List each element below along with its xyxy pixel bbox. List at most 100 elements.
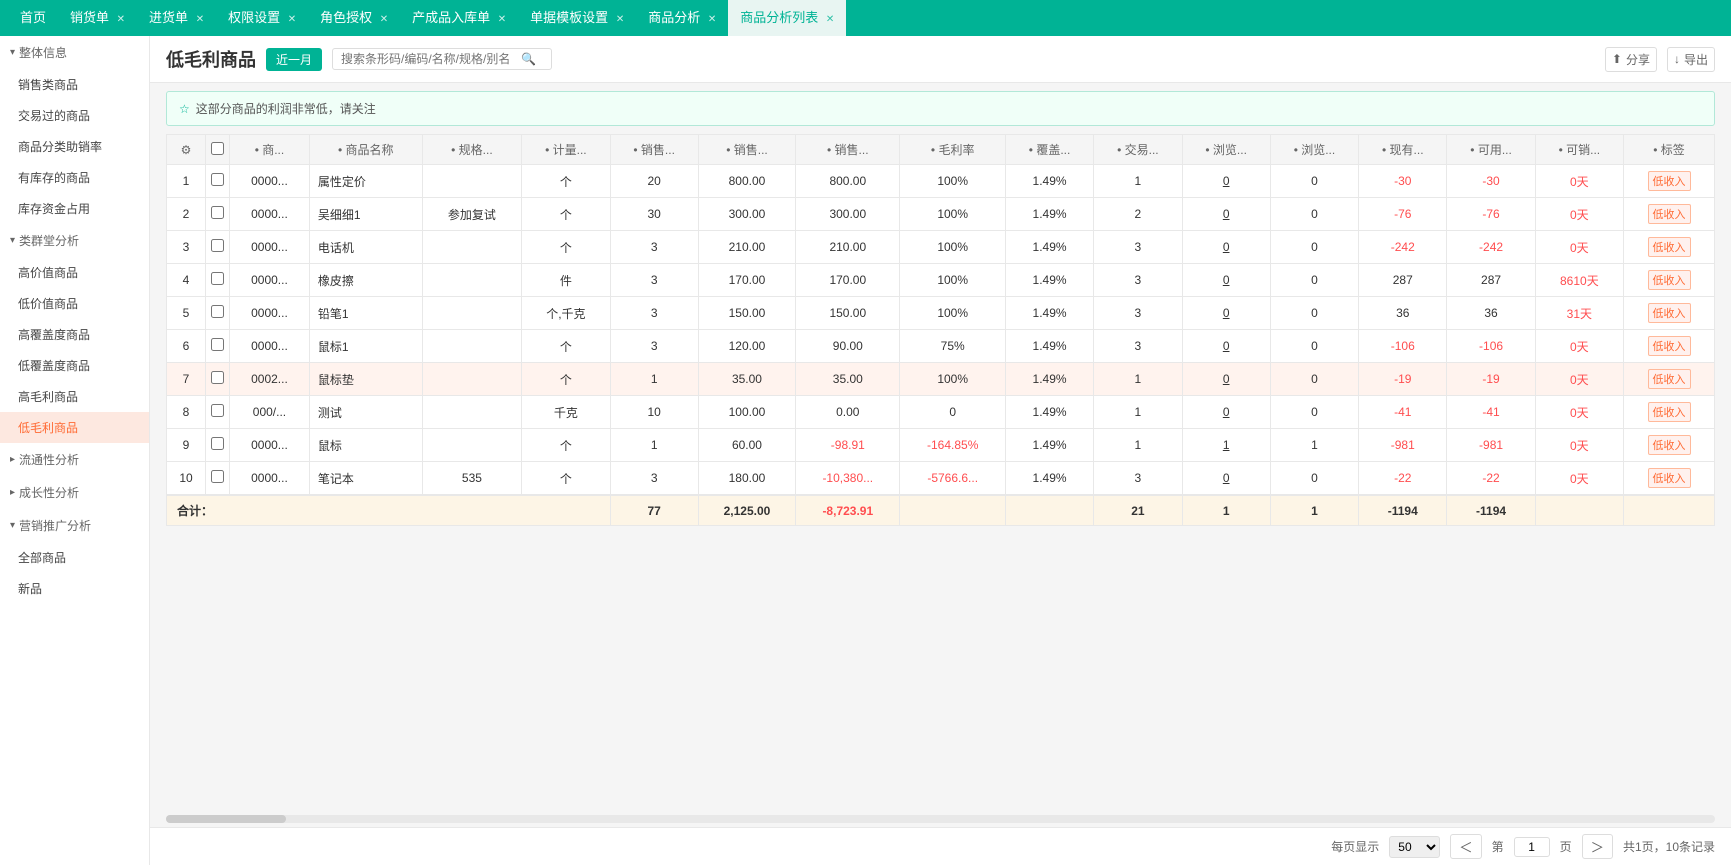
- scroll-thumb[interactable]: [166, 815, 286, 823]
- sidebar-item-high-value[interactable]: 高价值商品: [0, 257, 149, 288]
- sidebar-group-flow[interactable]: ▸ 流通性分析: [0, 443, 149, 476]
- next-page-button[interactable]: ＞: [1582, 834, 1613, 859]
- row-views1[interactable]: 1: [1182, 429, 1270, 462]
- nav-permissions-close[interactable]: ✕: [288, 14, 296, 25]
- col-checkbox[interactable]: [206, 135, 230, 165]
- row-name[interactable]: 电话机: [309, 231, 422, 264]
- export-button[interactable]: ↓ 导出: [1667, 47, 1715, 72]
- row-checkbox[interactable]: [206, 462, 230, 496]
- row-views1[interactable]: 0: [1182, 363, 1270, 396]
- row-select-checkbox[interactable]: [211, 404, 224, 417]
- row-checkbox[interactable]: [206, 165, 230, 198]
- col-sales-qty[interactable]: • 销售...: [610, 135, 698, 165]
- col-sales-price[interactable]: • 销售...: [698, 135, 795, 165]
- row-checkbox[interactable]: [206, 363, 230, 396]
- nav-purchase[interactable]: 进货单 ✕: [137, 0, 216, 36]
- row-checkbox[interactable]: [206, 198, 230, 231]
- row-name[interactable]: 铅笔1: [309, 297, 422, 330]
- page-input[interactable]: [1514, 837, 1550, 857]
- nav-sales[interactable]: 销货单 ✕: [58, 0, 137, 36]
- row-select-checkbox[interactable]: [211, 272, 224, 285]
- nav-product-analysis[interactable]: 商品分析 ✕: [636, 0, 728, 36]
- row-select-checkbox[interactable]: [211, 173, 224, 186]
- col-spec[interactable]: • 规格...: [422, 135, 522, 165]
- time-filter-button[interactable]: 近一月: [266, 48, 322, 71]
- row-checkbox[interactable]: [206, 330, 230, 363]
- col-gross-margin[interactable]: • 毛利率: [900, 135, 1005, 165]
- row-views1[interactable]: 0: [1182, 297, 1270, 330]
- row-checkbox[interactable]: [206, 297, 230, 330]
- nav-template-settings-close[interactable]: ✕: [616, 14, 624, 25]
- row-name[interactable]: 鼠标: [309, 429, 422, 462]
- row-name[interactable]: 鼠标垫: [309, 363, 422, 396]
- scroll-track[interactable]: [166, 815, 1715, 823]
- row-views1[interactable]: 0: [1182, 330, 1270, 363]
- col-current-stock[interactable]: • 现有...: [1359, 135, 1447, 165]
- row-checkbox[interactable]: [206, 396, 230, 429]
- nav-product-analysis-close[interactable]: ✕: [708, 14, 716, 25]
- nav-sales-close[interactable]: ✕: [117, 14, 125, 25]
- row-name[interactable]: 吴细细1: [309, 198, 422, 231]
- row-checkbox[interactable]: [206, 429, 230, 462]
- sidebar-group-growth[interactable]: ▸ 成长性分析: [0, 476, 149, 509]
- row-name[interactable]: 笔记本: [309, 462, 422, 496]
- row-checkbox[interactable]: [206, 231, 230, 264]
- row-select-checkbox[interactable]: [211, 206, 224, 219]
- row-select-checkbox[interactable]: [211, 437, 224, 450]
- row-select-checkbox[interactable]: [211, 305, 224, 318]
- nav-roles-close[interactable]: ✕: [380, 14, 388, 25]
- row-views1[interactable]: 0: [1182, 165, 1270, 198]
- col-name[interactable]: • 商品名称: [309, 135, 422, 165]
- nav-product-analysis-list[interactable]: 商品分析列表 ✕: [728, 0, 846, 36]
- select-all-checkbox[interactable]: [211, 142, 224, 155]
- sidebar-group-marketing[interactable]: ▾ 营销推广分析: [0, 509, 149, 542]
- nav-purchase-close[interactable]: ✕: [196, 14, 204, 25]
- sidebar-item-low-margin[interactable]: 低毛利商品: [0, 412, 149, 443]
- row-select-checkbox[interactable]: [211, 338, 224, 351]
- sidebar-item-sales-products[interactable]: 销售类商品: [0, 69, 149, 100]
- col-coverage[interactable]: • 覆盖...: [1005, 135, 1093, 165]
- sidebar-item-high-coverage[interactable]: 高覆盖度商品: [0, 319, 149, 350]
- nav-product-inbound-close[interactable]: ✕: [498, 14, 506, 25]
- row-select-checkbox[interactable]: [211, 239, 224, 252]
- prev-page-button[interactable]: ＜: [1450, 834, 1481, 859]
- row-name[interactable]: 鼠标1: [309, 330, 422, 363]
- col-transactions[interactable]: • 交易...: [1094, 135, 1182, 165]
- nav-product-inbound[interactable]: 产成品入库单 ✕: [400, 0, 518, 36]
- nav-roles[interactable]: 角色授权 ✕: [308, 0, 400, 36]
- col-tag[interactable]: • 标签: [1624, 135, 1715, 165]
- sidebar-item-traded-products[interactable]: 交易过的商品: [0, 100, 149, 131]
- col-unit[interactable]: • 计量...: [522, 135, 610, 165]
- row-name[interactable]: 橡皮擦: [309, 264, 422, 297]
- share-button[interactable]: ⬆ 分享: [1605, 47, 1657, 72]
- sidebar-item-capital-usage[interactable]: 库存资金占用: [0, 193, 149, 224]
- row-checkbox[interactable]: [206, 264, 230, 297]
- sidebar-item-all-products[interactable]: 全部商品: [0, 542, 149, 573]
- sidebar-item-low-value[interactable]: 低价值商品: [0, 288, 149, 319]
- col-views1[interactable]: • 浏览...: [1182, 135, 1270, 165]
- row-name[interactable]: 测试: [309, 396, 422, 429]
- col-views2[interactable]: • 浏览...: [1270, 135, 1358, 165]
- row-select-checkbox[interactable]: [211, 470, 224, 483]
- col-code[interactable]: • 商...: [230, 135, 310, 165]
- nav-product-analysis-list-close[interactable]: ✕: [826, 14, 834, 25]
- sidebar-item-category-assist[interactable]: 商品分类助销率: [0, 131, 149, 162]
- nav-template-settings[interactable]: 单据模板设置 ✕: [518, 0, 636, 36]
- sidebar-item-new-products[interactable]: 新品: [0, 573, 149, 604]
- col-sales-amount[interactable]: • 销售...: [796, 135, 900, 165]
- row-select-checkbox[interactable]: [211, 371, 224, 384]
- col-sellable[interactable]: • 可销...: [1535, 135, 1623, 165]
- col-available[interactable]: • 可用...: [1447, 135, 1535, 165]
- search-input[interactable]: [341, 52, 521, 66]
- row-views1[interactable]: 0: [1182, 198, 1270, 231]
- col-settings[interactable]: ⚙: [167, 135, 206, 165]
- nav-home[interactable]: 首页: [8, 0, 58, 36]
- row-views1[interactable]: 0: [1182, 462, 1270, 496]
- per-page-select[interactable]: 50 20 100: [1389, 836, 1440, 858]
- sidebar-group-overall[interactable]: ▾ 整体信息: [0, 36, 149, 69]
- row-name[interactable]: 属性定价: [309, 165, 422, 198]
- sidebar-item-high-margin[interactable]: 高毛利商品: [0, 381, 149, 412]
- row-views1[interactable]: 0: [1182, 396, 1270, 429]
- sidebar-item-instock-products[interactable]: 有库存的商品: [0, 162, 149, 193]
- sidebar-group-cluster[interactable]: ▾ 类群堂分析: [0, 224, 149, 257]
